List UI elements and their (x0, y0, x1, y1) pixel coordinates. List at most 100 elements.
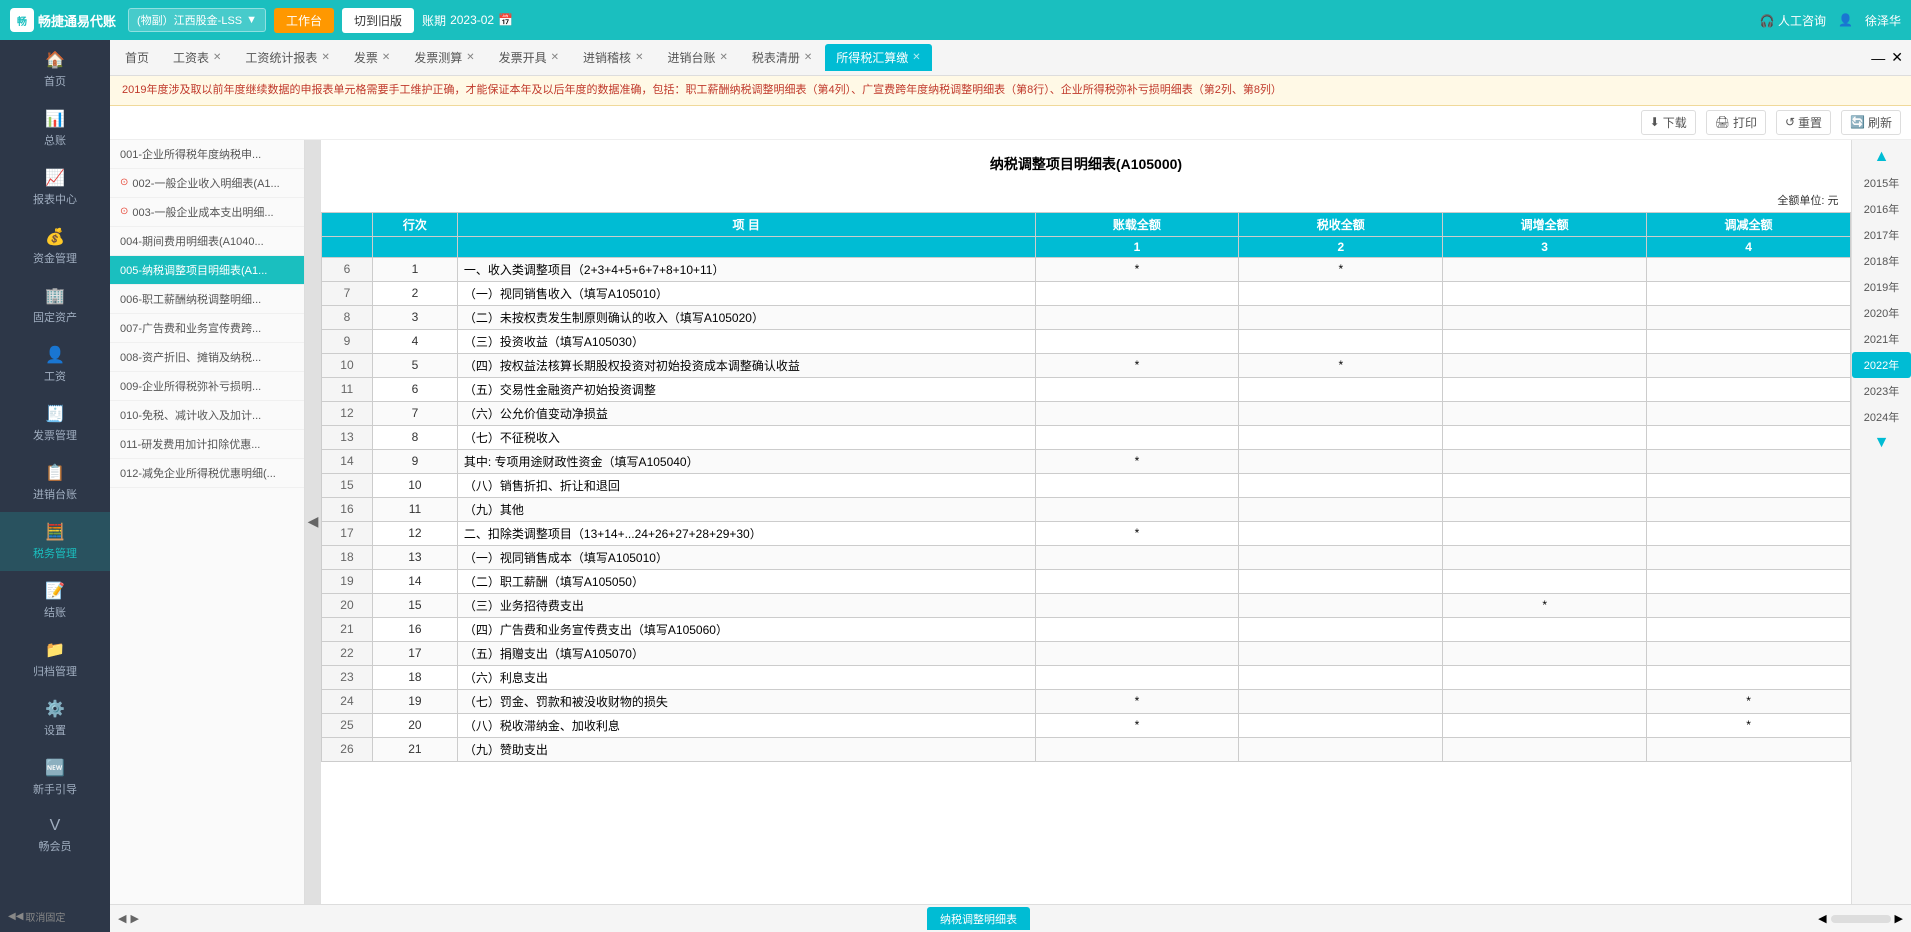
sidebar-item-settings[interactable]: ⚙️ 设置 (0, 689, 110, 748)
tab-invoice-issue-close[interactable]: ✕ (551, 52, 559, 63)
row-c3[interactable] (1443, 665, 1647, 689)
row-index[interactable]: 8 (372, 425, 457, 449)
row-index[interactable]: 2 (372, 281, 457, 305)
sidebar-item-funds[interactable]: 💰 资金管理 (0, 217, 110, 276)
row-index[interactable]: 13 (372, 545, 457, 569)
nav-item-003[interactable]: ⊙ 003-一般企业成本支出明细... (110, 198, 304, 227)
row-c1[interactable] (1035, 545, 1239, 569)
sidebar-item-assets[interactable]: 🏢 固定资产 (0, 276, 110, 335)
row-line-num[interactable]: 25 (322, 713, 373, 737)
row-index[interactable]: 1 (372, 257, 457, 281)
calendar-icon[interactable]: 📅 (498, 13, 513, 27)
row-c4[interactable] (1647, 545, 1851, 569)
reset-button[interactable]: ↺ 重置 (1776, 110, 1831, 135)
row-c3[interactable] (1443, 689, 1647, 713)
year-2021[interactable]: 2021年 (1852, 326, 1911, 352)
tab-salary-stats-close[interactable]: ✕ (321, 52, 329, 63)
row-line-num[interactable]: 22 (322, 641, 373, 665)
sidebar-item-tax[interactable]: 🧮 税务管理 (0, 512, 110, 571)
row-c3[interactable] (1443, 353, 1647, 377)
row-c4[interactable]: * (1647, 689, 1851, 713)
row-index[interactable]: 4 (372, 329, 457, 353)
nav-item-009[interactable]: 009-企业所得税弥补亏损明... (110, 372, 304, 401)
row-c4[interactable] (1647, 593, 1851, 617)
tab-invoice-calc[interactable]: 发票测算 ✕ (403, 44, 485, 71)
row-c4[interactable] (1647, 497, 1851, 521)
year-2023[interactable]: 2023年 (1852, 378, 1911, 404)
row-line-num[interactable]: 19 (322, 569, 373, 593)
row-c1[interactable] (1035, 329, 1239, 353)
year-2022[interactable]: 2022年 (1852, 352, 1911, 378)
row-line-num[interactable]: 24 (322, 689, 373, 713)
row-c2[interactable] (1239, 305, 1443, 329)
year-2019[interactable]: 2019年 (1852, 274, 1911, 300)
row-c2[interactable]: * (1239, 257, 1443, 281)
tab-tax-list-close[interactable]: ✕ (804, 52, 812, 63)
sidebar-item-archive[interactable]: 📁 归档管理 (0, 630, 110, 689)
row-index[interactable]: 15 (372, 593, 457, 617)
workbench-button[interactable]: 工作台 (274, 8, 334, 33)
row-c2[interactable] (1239, 497, 1443, 521)
old-version-button[interactable]: 切到旧版 (342, 8, 414, 33)
row-line-num[interactable]: 13 (322, 425, 373, 449)
tab-purchase-ledger[interactable]: 进销台账 ✕ (656, 44, 738, 71)
row-c4[interactable] (1647, 353, 1851, 377)
year-2015[interactable]: 2015年 (1852, 170, 1911, 196)
nav-item-008[interactable]: 008-资产折旧、摊销及纳税... (110, 343, 304, 372)
row-line-num[interactable]: 17 (322, 521, 373, 545)
refresh-button[interactable]: 🔄 刷新 (1841, 110, 1901, 135)
tab-income-tax-close[interactable]: ✕ (912, 52, 920, 63)
row-c2[interactable] (1239, 569, 1443, 593)
row-c1[interactable] (1035, 281, 1239, 305)
row-c2[interactable] (1239, 665, 1443, 689)
support-link[interactable]: 🎧 人工咨询 (1760, 12, 1826, 29)
sheet-next[interactable]: ▶ (130, 912, 138, 925)
row-c3[interactable] (1443, 473, 1647, 497)
row-c4[interactable] (1647, 737, 1851, 761)
row-c4[interactable] (1647, 401, 1851, 425)
row-c3[interactable] (1443, 569, 1647, 593)
row-c2[interactable] (1239, 617, 1443, 641)
row-c2[interactable] (1239, 281, 1443, 305)
row-c1[interactable]: * (1035, 353, 1239, 377)
row-c4[interactable] (1647, 473, 1851, 497)
row-c1[interactable]: * (1035, 449, 1239, 473)
row-c3[interactable] (1443, 305, 1647, 329)
row-c4[interactable] (1647, 641, 1851, 665)
row-c3[interactable] (1443, 257, 1647, 281)
tab-invoice-close[interactable]: ✕ (382, 52, 390, 63)
year-nav-down[interactable]: ▼ (1870, 430, 1894, 456)
row-line-num[interactable]: 10 (322, 353, 373, 377)
row-c1[interactable] (1035, 473, 1239, 497)
row-c2[interactable] (1239, 449, 1443, 473)
nav-item-007[interactable]: 007-广告费和业务宣传费跨... (110, 314, 304, 343)
row-index[interactable]: 6 (372, 377, 457, 401)
row-c4[interactable] (1647, 425, 1851, 449)
tab-salary[interactable]: 工资表 ✕ (162, 44, 232, 71)
row-c2[interactable] (1239, 737, 1443, 761)
row-c1[interactable] (1035, 305, 1239, 329)
row-c2[interactable] (1239, 641, 1443, 665)
row-c3[interactable] (1443, 713, 1647, 737)
row-index[interactable]: 10 (372, 473, 457, 497)
row-c4[interactable] (1647, 449, 1851, 473)
sidebar-item-vip[interactable]: V 畅会员 (0, 807, 110, 864)
row-line-num[interactable]: 7 (322, 281, 373, 305)
nav-item-011[interactable]: 011-研发费用加计扣除优惠... (110, 430, 304, 459)
bottom-tab-adjust[interactable]: 纳税调整明细表 (927, 907, 1030, 930)
row-c4[interactable] (1647, 521, 1851, 545)
row-c4[interactable]: * (1647, 713, 1851, 737)
nav-item-010[interactable]: 010-免税、减计收入及加计... (110, 401, 304, 430)
row-index[interactable]: 17 (372, 641, 457, 665)
row-index[interactable]: 18 (372, 665, 457, 689)
row-line-num[interactable]: 14 (322, 449, 373, 473)
tab-purchase-ledger-close[interactable]: ✕ (719, 52, 727, 63)
row-c1[interactable] (1035, 401, 1239, 425)
company-select[interactable]: (物副）江西股金-LSS ▼ (128, 8, 266, 32)
row-c1[interactable] (1035, 497, 1239, 521)
print-button[interactable]: 🖨 打印 (1706, 110, 1766, 135)
tab-invoice-issue[interactable]: 发票开具 ✕ (488, 44, 570, 71)
row-c3[interactable] (1443, 641, 1647, 665)
row-line-num[interactable]: 15 (322, 473, 373, 497)
sidebar-item-guide[interactable]: 🆕 新手引导 (0, 748, 110, 807)
